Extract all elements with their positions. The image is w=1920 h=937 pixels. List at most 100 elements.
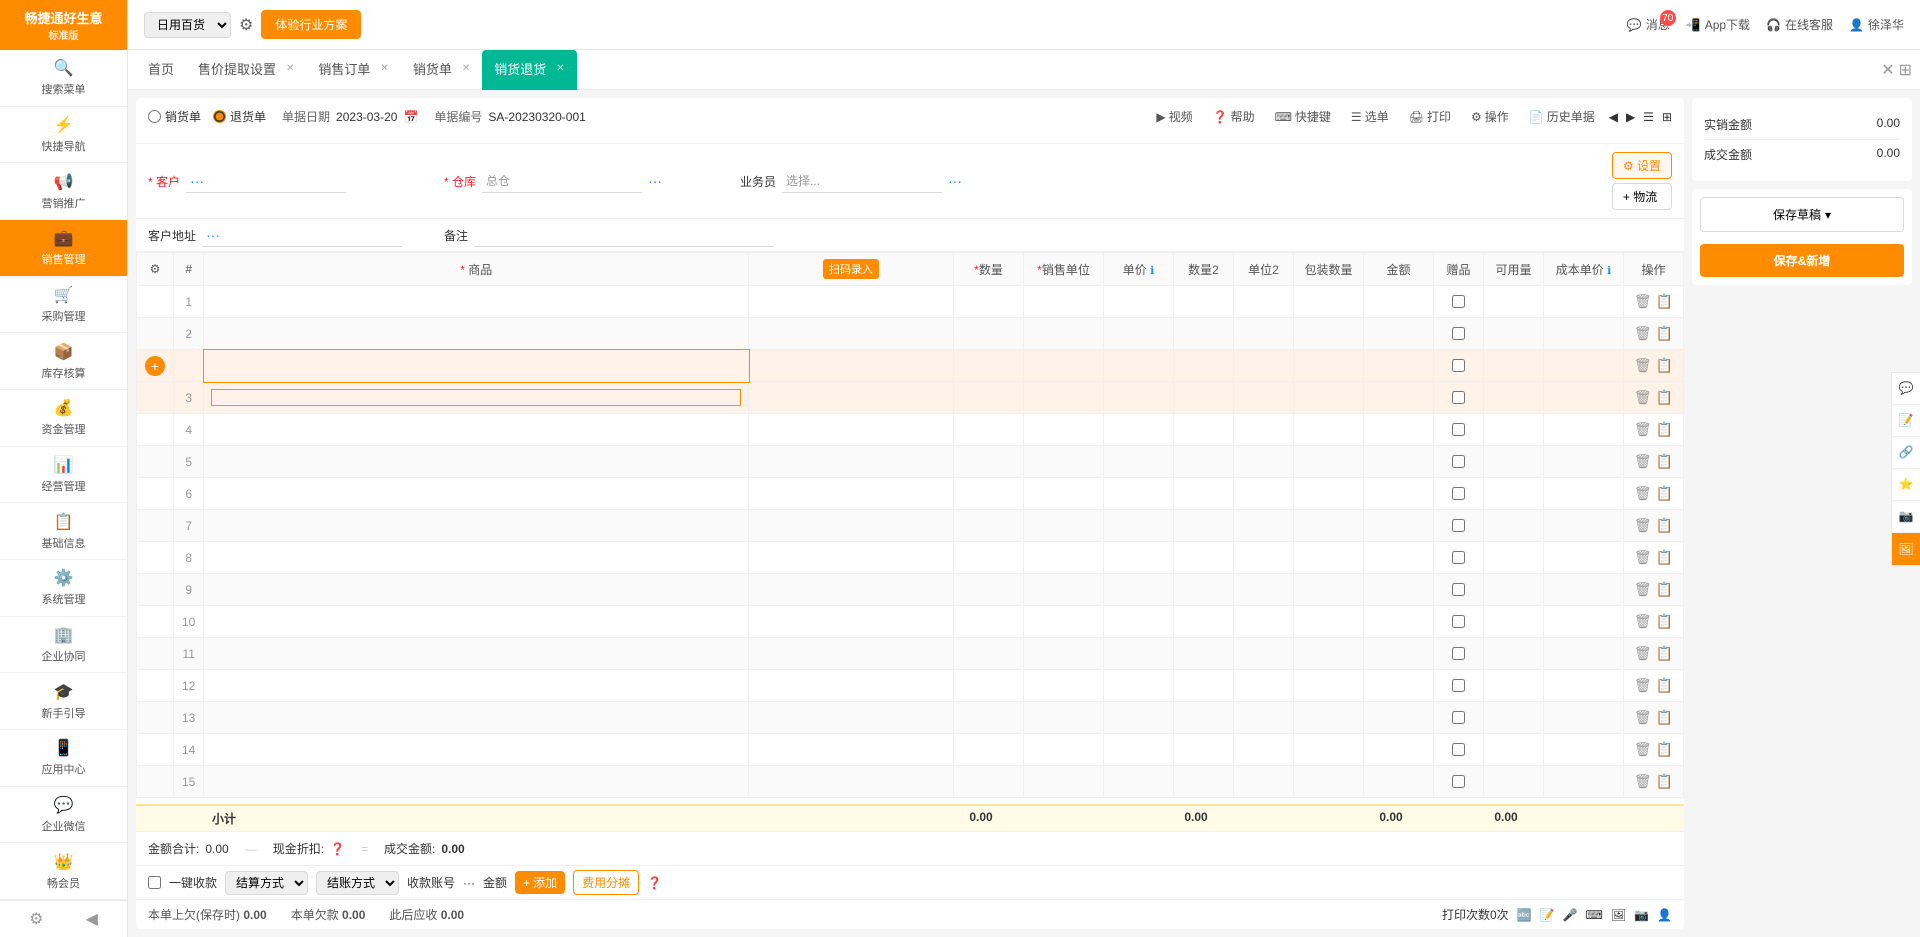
row-delete-icon[interactable]: 🗑 bbox=[1634, 709, 1652, 726]
row-copy-icon[interactable]: 📋 bbox=[1656, 741, 1673, 758]
product-input[interactable] bbox=[212, 390, 740, 405]
row-product-cell[interactable] bbox=[204, 478, 749, 510]
row-price-cell[interactable] bbox=[1104, 702, 1174, 734]
accounting-select[interactable]: 结账方式 bbox=[316, 871, 399, 895]
row-avail-cell[interactable] bbox=[1484, 414, 1544, 446]
quick-icon-scan[interactable]: 📷 bbox=[1892, 501, 1920, 533]
sidebar-item-finance[interactable]: 💰 资金管理 bbox=[0, 390, 127, 447]
row-price-cell[interactable] bbox=[1104, 382, 1174, 414]
row-qty-cell[interactable] bbox=[954, 478, 1024, 510]
row-price-cell[interactable] bbox=[1104, 638, 1174, 670]
tab-sales-return-close-icon[interactable]: ✕ bbox=[556, 63, 564, 74]
trial-button[interactable]: 体验行业方案 bbox=[261, 10, 361, 39]
row-unit2-cell[interactable] bbox=[1234, 382, 1294, 414]
row-cost-cell[interactable] bbox=[1544, 542, 1624, 574]
address-input[interactable]: ··· bbox=[202, 223, 402, 247]
row-amount-cell[interactable] bbox=[1364, 574, 1434, 606]
row-cost-cell[interactable] bbox=[1544, 446, 1624, 478]
add-row-gift-checkbox[interactable] bbox=[1452, 359, 1465, 372]
calendar-icon[interactable]: 📅 bbox=[403, 110, 418, 124]
row-qty2-cell[interactable] bbox=[1174, 606, 1234, 638]
row-qty2-cell[interactable] bbox=[1174, 382, 1234, 414]
row-unit2-cell[interactable] bbox=[1234, 734, 1294, 766]
row-cost-cell[interactable] bbox=[1544, 382, 1624, 414]
discount-help-icon[interactable]: ❓ bbox=[330, 842, 345, 856]
row-unit-cell[interactable] bbox=[1024, 606, 1104, 638]
row-pack-cell[interactable] bbox=[1294, 478, 1364, 510]
gift-checkbox[interactable] bbox=[1452, 679, 1465, 692]
sidebar-item-member[interactable]: 👑 畅会员 bbox=[0, 843, 127, 900]
row-qty2-cell[interactable] bbox=[1174, 766, 1234, 798]
row-qty2-cell[interactable] bbox=[1174, 670, 1234, 702]
row-pack-cell[interactable] bbox=[1294, 318, 1364, 350]
row-qty-cell[interactable] bbox=[954, 542, 1024, 574]
salesperson-input[interactable]: 选择... bbox=[782, 169, 942, 193]
industry-dropdown[interactable]: 日用百货 bbox=[144, 12, 231, 38]
scan-button[interactable]: 扫码录入 bbox=[823, 259, 879, 279]
row-unit-cell[interactable] bbox=[1024, 702, 1104, 734]
warehouse-input[interactable]: 总仓 bbox=[482, 169, 642, 193]
row-cost-cell[interactable] bbox=[1544, 478, 1624, 510]
row-copy-icon[interactable]: 📋 bbox=[1656, 293, 1673, 310]
col-header-settings[interactable]: ⚙ bbox=[137, 253, 174, 286]
row-unit-cell[interactable] bbox=[1024, 446, 1104, 478]
row-amount-cell[interactable] bbox=[1364, 446, 1434, 478]
sidebar-item-guide[interactable]: 🎓 新手引导 bbox=[0, 673, 127, 730]
tab-price-setting-close-icon[interactable]: ✕ bbox=[286, 63, 294, 74]
sidebar-item-system[interactable]: ⚙️ 系统管理 bbox=[0, 560, 127, 617]
row-avail-cell[interactable] bbox=[1484, 542, 1544, 574]
col-header-scan[interactable]: 扫码录入 bbox=[749, 253, 954, 286]
row-amount-cell[interactable] bbox=[1364, 478, 1434, 510]
row-qty2-cell[interactable] bbox=[1174, 510, 1234, 542]
gift-checkbox[interactable] bbox=[1452, 583, 1465, 596]
row-cost-cell[interactable] bbox=[1544, 606, 1624, 638]
row-unit2-cell[interactable] bbox=[1234, 286, 1294, 318]
row-qty-cell[interactable] bbox=[954, 606, 1024, 638]
sidebar-item-search[interactable]: 🔍 搜索菜单 bbox=[0, 50, 127, 107]
radio-delivery-input[interactable] bbox=[148, 110, 161, 123]
row-qty-cell[interactable] bbox=[954, 670, 1024, 702]
row-qty-cell[interactable] bbox=[954, 318, 1024, 350]
row-product-cell[interactable] bbox=[204, 638, 749, 670]
nav-prev-icon[interactable]: ◀ bbox=[1609, 110, 1618, 124]
row-copy-icon[interactable]: 📋 bbox=[1656, 389, 1673, 406]
row-unit-cell[interactable] bbox=[1024, 734, 1104, 766]
row-product-cell[interactable] bbox=[204, 734, 749, 766]
row-delete-icon[interactable]: 🗑 bbox=[1634, 613, 1652, 630]
close-all-icon[interactable]: ✕ bbox=[1881, 60, 1894, 80]
row-pack-cell[interactable] bbox=[1294, 286, 1364, 318]
row-qty2-cell[interactable] bbox=[1174, 638, 1234, 670]
view-list-icon[interactable]: ☰ bbox=[1643, 110, 1654, 124]
row-avail-cell[interactable] bbox=[1484, 670, 1544, 702]
gift-checkbox[interactable] bbox=[1452, 391, 1465, 404]
row-cost-cell[interactable] bbox=[1544, 638, 1624, 670]
row-qty-cell[interactable] bbox=[954, 574, 1024, 606]
row-avail-cell[interactable] bbox=[1484, 574, 1544, 606]
row-copy-icon[interactable]: 📋 bbox=[1656, 613, 1673, 630]
row-cost-cell[interactable] bbox=[1544, 510, 1624, 542]
row-qty2-cell[interactable] bbox=[1174, 702, 1234, 734]
row-copy-icon[interactable]: 📋 bbox=[1656, 421, 1673, 438]
gift-checkbox[interactable] bbox=[1452, 487, 1465, 500]
sidebar-item-marketing[interactable]: 📢 营销推广 bbox=[0, 163, 127, 220]
sidebar-collapse-icon[interactable]: ◀ bbox=[86, 909, 98, 929]
row-unit2-cell[interactable] bbox=[1234, 766, 1294, 798]
row-product-cell[interactable] bbox=[204, 606, 749, 638]
settings-button[interactable]: ⚙ 设置 bbox=[1612, 152, 1672, 179]
row-cost-cell[interactable] bbox=[1544, 414, 1624, 446]
row-price-cell[interactable] bbox=[1104, 446, 1174, 478]
row-cost-cell[interactable] bbox=[1544, 766, 1624, 798]
row-product-cell[interactable] bbox=[204, 414, 749, 446]
help-btn[interactable]: ❓ 帮助 bbox=[1207, 106, 1261, 127]
row-qty-cell[interactable] bbox=[954, 702, 1024, 734]
row-unit2-cell[interactable] bbox=[1234, 670, 1294, 702]
row-unit2-cell[interactable] bbox=[1234, 638, 1294, 670]
gift-checkbox[interactable] bbox=[1452, 743, 1465, 756]
row-delete-icon[interactable]: 🗑 bbox=[1634, 645, 1652, 662]
row-amount-cell[interactable] bbox=[1364, 606, 1434, 638]
row-unit-cell[interactable] bbox=[1024, 382, 1104, 414]
tab-home[interactable]: 首页 bbox=[136, 50, 186, 90]
quick-icon-link[interactable]: 🔗 bbox=[1892, 437, 1920, 469]
row-qty-cell[interactable] bbox=[954, 382, 1024, 414]
row-unit-cell[interactable] bbox=[1024, 766, 1104, 798]
